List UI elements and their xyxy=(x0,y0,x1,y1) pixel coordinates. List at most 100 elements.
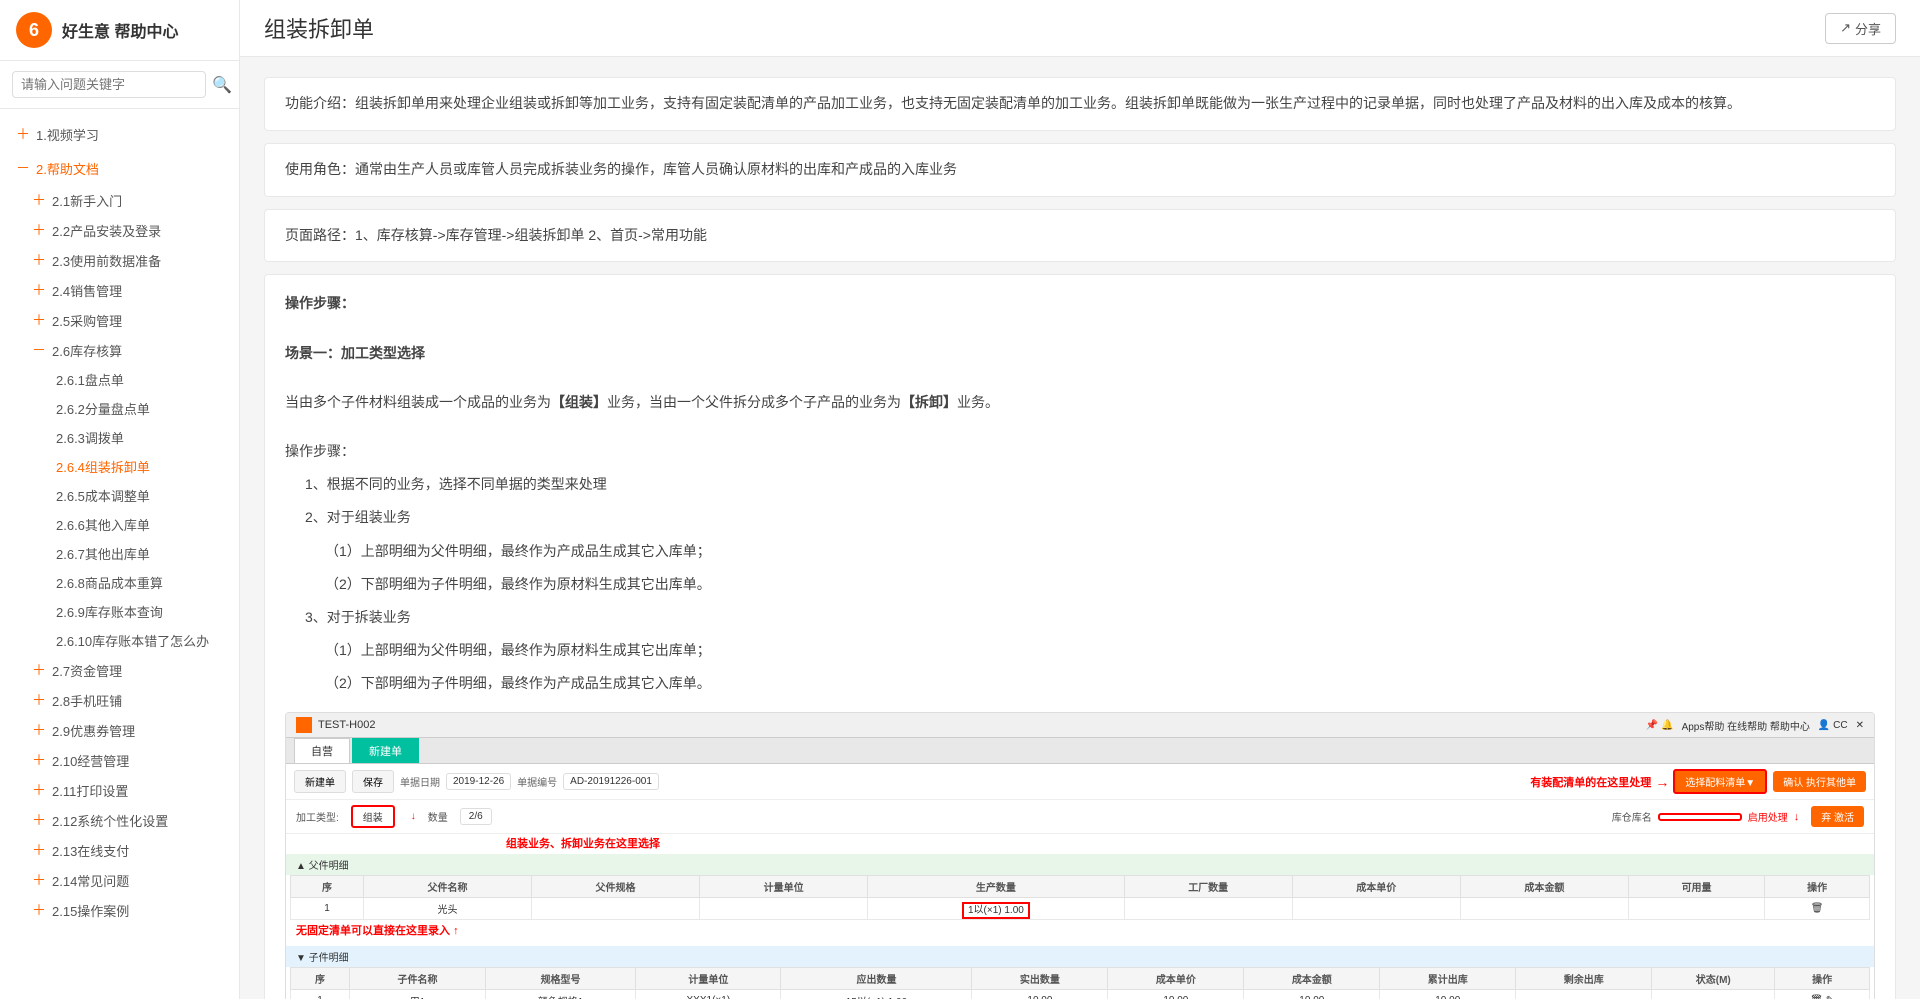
upper-th-7: 成本金额 xyxy=(1460,876,1628,898)
sidebar-sub-label: 2.14常见问题 xyxy=(52,871,129,890)
mock-form-date: 2019-12-26 xyxy=(446,773,511,790)
mock-btn-new[interactable]: 新建单 xyxy=(294,770,346,793)
mock-btn-apply[interactable]: 弃 激活 xyxy=(1811,806,1864,827)
sidebar-sub-label: 2.10经营管理 xyxy=(52,751,129,770)
annotation-top: 有装配清单的在这里处理 xyxy=(1530,774,1651,790)
sidebar-sub-label: 2.6.6其他入库单 xyxy=(56,515,150,534)
sidebar-item-new[interactable]: ＋ 2.1新手入门 xyxy=(24,185,239,215)
sidebar-sub-label: 2.6.9库存账本查询 xyxy=(56,602,163,621)
search-input[interactable] xyxy=(12,71,206,98)
sidebar-item-print[interactable]: ＋ 2.11打印设置 xyxy=(24,775,239,805)
arrow-up-icon: ↑ xyxy=(453,925,459,937)
sidebar-item-assembly[interactable]: 2.6.4组装拆卸单 xyxy=(48,452,239,481)
sidebar-item-coupon[interactable]: ＋ 2.9优惠券管理 xyxy=(24,715,239,745)
mock-form-no: AD-20191226-001 xyxy=(563,773,659,790)
content-area: 功能介绍：组装拆卸单用来处理企业组装或拆卸等加工业务，支持有固定装配清单的产品加… xyxy=(240,57,1920,999)
sidebar-item-custom[interactable]: ＋ 2.12系统个性化设置 xyxy=(24,805,239,835)
sidebar-item-costcalc[interactable]: 2.6.8商品成本重算 xyxy=(48,568,239,597)
mock-store-input xyxy=(1658,813,1742,821)
sidebar-sub-label: 2.1新手入门 xyxy=(52,191,122,210)
expand-icon: ＋ xyxy=(32,840,46,860)
arrow-icon: → xyxy=(1655,774,1669,790)
sidebar-item-ledger[interactable]: 2.6.9库存账本查询 xyxy=(48,597,239,626)
expand-icon: ＋ xyxy=(32,310,46,330)
upper-th-0: 序 xyxy=(291,876,364,898)
upper-th-6: 成本单价 xyxy=(1292,876,1460,898)
steps-intro: 操作步骤： xyxy=(285,439,1875,464)
expand-icon: ＋ xyxy=(32,280,46,300)
mock-btn-confirm[interactable]: 确认 执行其他单 xyxy=(1773,771,1866,792)
mock-num-label: 数量 xyxy=(428,809,448,824)
info-text-3: 页面路径：1、库存核算->库存管理->组装拆卸单 2、首页->常用功能 xyxy=(285,224,1875,248)
step-2: 2、对于组装业务 xyxy=(305,505,1875,530)
mock-tab-new[interactable]: 新建单 xyxy=(352,738,419,763)
info-text-1: 功能介绍：组装拆卸单用来处理企业组装或拆卸等加工业务，支持有固定装配清单的产品加… xyxy=(285,92,1875,116)
mock-tab-ziyng[interactable]: 自营 xyxy=(294,738,350,763)
sidebar-item-data[interactable]: ＋ 2.3使用前数据准备 xyxy=(24,245,239,275)
arrow-right-icon: ↓ xyxy=(1794,811,1800,823)
nav-tree: ＋ 1.视频学习 － 2.帮助文档 ＋ 2.1新手入门 ＋ 2.2产品安装及登录… xyxy=(0,109,239,999)
expand-icon: ＋ xyxy=(32,750,46,770)
sidebar-item-sales[interactable]: ＋ 2.4销售管理 xyxy=(24,275,239,305)
sidebar-item-inventory[interactable]: － 2.6库存核算 xyxy=(24,335,239,365)
info-block-1: 功能介绍：组装拆卸单用来处理企业组装或拆卸等加工业务，支持有固定装配清单的产品加… xyxy=(264,77,1896,131)
annotation-table: 无固定清单可以直接在这里录入 xyxy=(296,925,450,937)
mock-btn-save[interactable]: 保存 xyxy=(352,770,394,793)
sidebar-item-cash[interactable]: ＋ 2.7资金管理 xyxy=(24,655,239,685)
mock-upper-header: ▲ 父件明细 xyxy=(296,857,349,872)
logo-bar: 6 好生意 帮助中心 xyxy=(0,0,239,61)
upper-th-4: 生产数量 xyxy=(868,876,1124,898)
step-1: 1、根据不同的业务，选择不同单据的类型来处理 xyxy=(305,472,1875,497)
sidebar-item-purchase[interactable]: ＋ 2.5采购管理 xyxy=(24,305,239,335)
assembly-step-1: （1）上部明细为父件明细，最终作为产成品生成其它入库单； xyxy=(325,539,1875,564)
sidebar-item-faq[interactable]: ＋ 2.14常见问题 xyxy=(24,865,239,895)
sidebar-sub-label: 2.3使用前数据准备 xyxy=(52,251,161,270)
mock-btn-bom[interactable]: 选择配料清单▼ xyxy=(1673,769,1767,794)
sidebar-item-mobile[interactable]: ＋ 2.8手机旺铺 xyxy=(24,685,239,715)
sidebar-sub-label: 2.13在线支付 xyxy=(52,841,129,860)
expand-icon: ＋ xyxy=(32,660,46,680)
sidebar-item-otherin[interactable]: 2.6.6其他入库单 xyxy=(48,510,239,539)
inventory-sub-tree: 2.6.1盘点单 2.6.2分量盘点单 2.6.3调拨单 2.6.4组装拆卸单 … xyxy=(24,365,239,655)
sidebar-item-online[interactable]: ＋ 2.13在线支付 xyxy=(24,835,239,865)
sidebar-sub-label: 2.11打印设置 xyxy=(52,781,128,800)
upper-th-2: 父件规格 xyxy=(532,876,700,898)
upper-th-8: 可用量 xyxy=(1628,876,1764,898)
sidebar-sub-label: 2.6.8商品成本重算 xyxy=(56,573,163,592)
sidebar-item-stockcount[interactable]: 2.6.1盘点单 xyxy=(48,365,239,394)
sidebar-item-costadjust[interactable]: 2.6.5成本调整单 xyxy=(48,481,239,510)
sidebar-item-error[interactable]: 2.6.10库存账本错了怎么办 xyxy=(48,626,239,655)
scene1-desc: 当由多个子件材料组装成一个成品的业务为【组装】业务，当由一个父件拆分成多个子产品… xyxy=(285,390,1875,415)
disassemble-title: 3、对于拆装业务 xyxy=(305,605,1875,630)
collapse-icon: － xyxy=(16,158,30,178)
collapse-icon: － xyxy=(32,340,46,360)
expand-icon: ＋ xyxy=(32,780,46,800)
sidebar-item-adjust[interactable]: 2.6.3调拨单 xyxy=(48,423,239,452)
expand-icon: ＋ xyxy=(32,900,46,920)
sidebar: 6 好生意 帮助中心 🔍 ＋ 1.视频学习 － 2.帮助文档 ＋ 2.1新手入门… xyxy=(0,0,240,999)
upper-th-5: 工厂数量 xyxy=(1124,876,1292,898)
expand-icon: ＋ xyxy=(32,810,46,830)
sidebar-sub-label: 2.6.1盘点单 xyxy=(56,370,124,389)
sidebar-item-video[interactable]: ＋ 1.视频学习 xyxy=(0,117,239,151)
sidebar-item-ops[interactable]: ＋ 2.10经营管理 xyxy=(24,745,239,775)
upper-th-9: 操作 xyxy=(1765,876,1870,898)
topbar: 组装拆卸单 ↗ 分享 xyxy=(240,0,1920,57)
search-button[interactable]: 🔍 xyxy=(212,75,232,95)
sidebar-item-install[interactable]: ＋ 2.2产品安装及登录 xyxy=(24,215,239,245)
sidebar-item-cases[interactable]: ＋ 2.15操作案例 xyxy=(24,895,239,925)
share-button[interactable]: ↗ 分享 xyxy=(1825,13,1896,44)
steps-section: 操作步骤： 场景一：加工类型选择 当由多个子件材料组装成一个成品的业务为【组装】… xyxy=(264,274,1896,999)
sidebar-item-otherout[interactable]: 2.6.7其他出库单 xyxy=(48,539,239,568)
mock-app-id: TEST-H002 xyxy=(318,719,375,731)
sidebar-sub-label: 2.7资金管理 xyxy=(52,661,122,680)
mock-form-date-label: 单据日期 xyxy=(400,774,440,789)
info-text-2: 使用角色：通常由生产人员或库管人员完成拆装业务的操作，库管人员确认原材料的出库和… xyxy=(285,158,1875,182)
mock-toolbar-icons: 📌 🔔 xyxy=(1646,720,1674,731)
sidebar-sub-label: 2.4销售管理 xyxy=(52,281,122,300)
sidebar-item-docs[interactable]: － 2.帮助文档 xyxy=(0,151,239,185)
page-title: 组装拆卸单 xyxy=(264,12,374,44)
info-block-2: 使用角色：通常由生产人员或库管人员完成拆装业务的操作，库管人员确认原材料的出库和… xyxy=(264,143,1896,197)
sidebar-sub-label: 2.6.5成本调整单 xyxy=(56,486,150,505)
sidebar-item-partcount[interactable]: 2.6.2分量盘点单 xyxy=(48,394,239,423)
